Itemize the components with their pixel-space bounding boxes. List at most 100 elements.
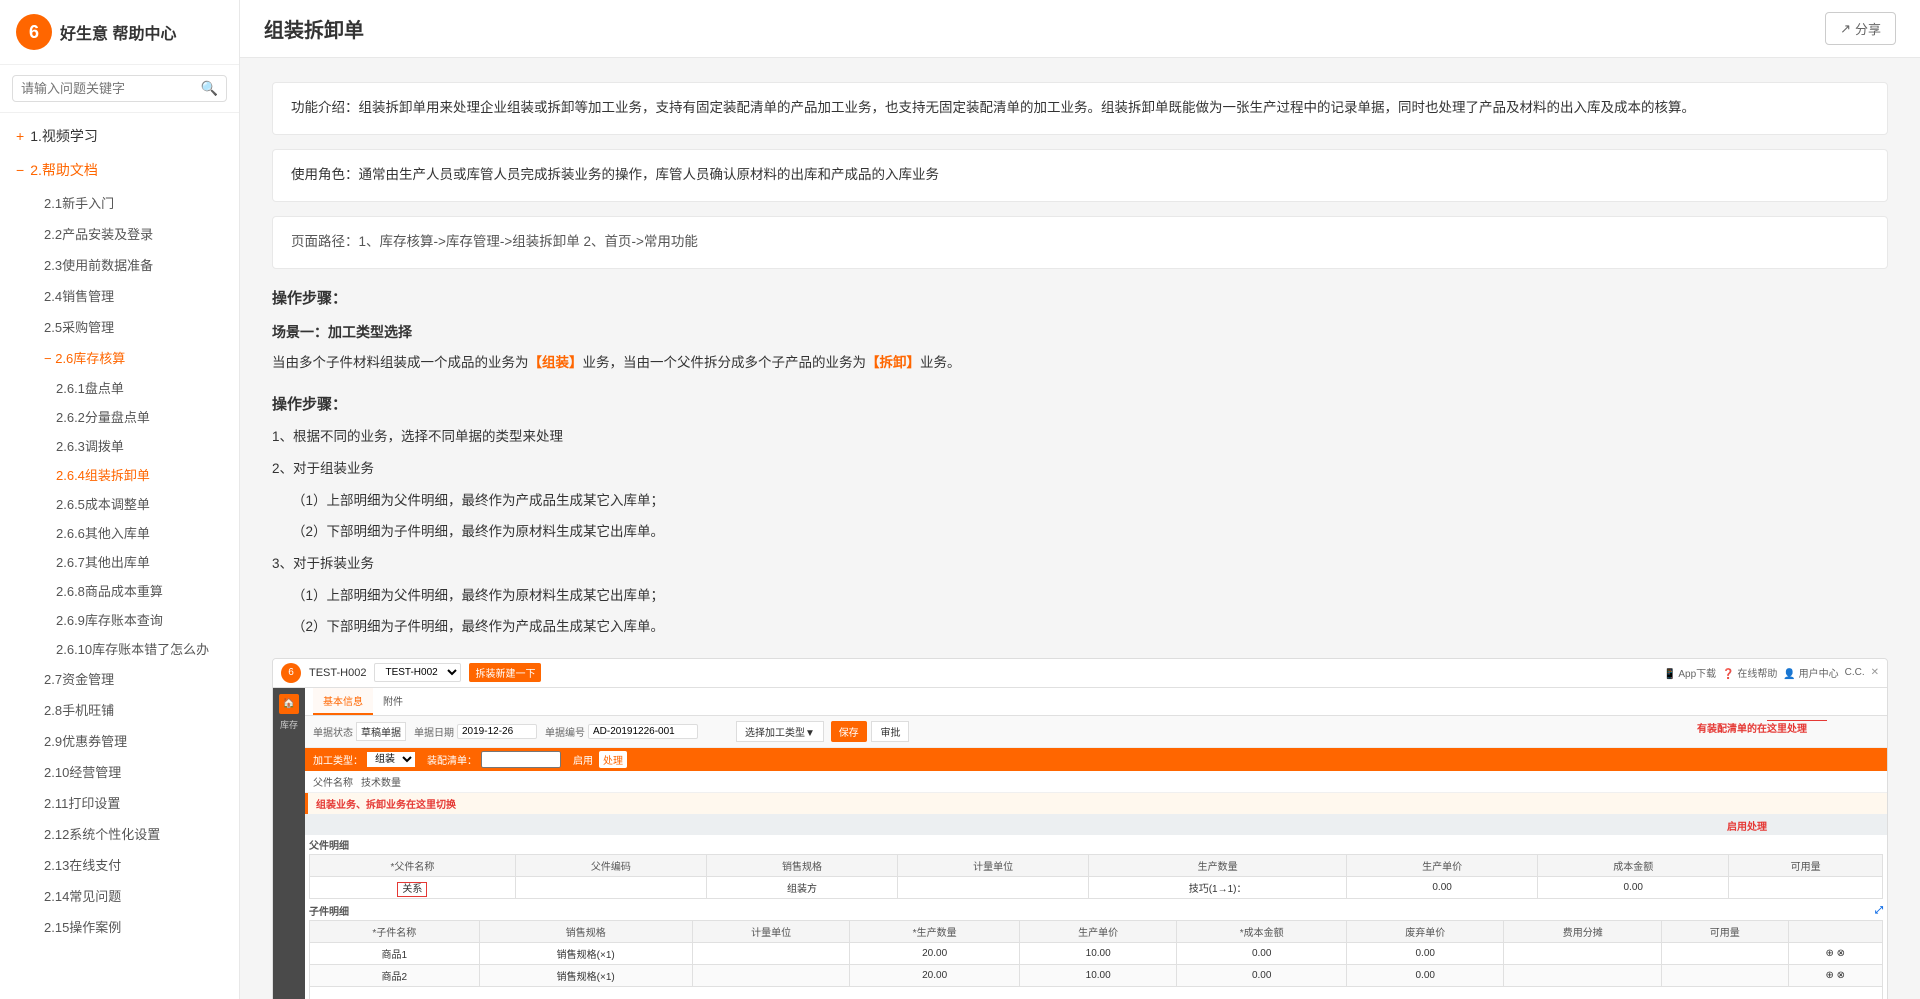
sidebar-item-215[interactable]: 2.15操作案例	[28, 911, 239, 942]
mini-app-icon: 📱 App下载	[1664, 665, 1716, 680]
collapse-icon: −	[16, 162, 24, 178]
mini-company-select[interactable]: TEST-H002	[374, 663, 461, 682]
mini-type-dropdown[interactable]: 组装 拆卸	[367, 752, 415, 767]
sidebar-item-269[interactable]: 2.6.9库存账本查询	[40, 605, 239, 634]
sidebar-item-213[interactable]: 2.13在线支付	[28, 849, 239, 880]
sidebar-item-210[interactable]: 2.10经营管理	[28, 756, 239, 787]
sidebar-item-24[interactable]: 2.4销售管理	[28, 280, 239, 311]
upper-th-8: 可用量	[1729, 854, 1883, 876]
mini-expand-icon[interactable]: ⤢	[1875, 905, 1883, 916]
mini-upper-table-title: 父件明细	[309, 835, 1883, 854]
mini-field-status: 单据状态 草稿单据	[313, 722, 406, 741]
sidebar-item-263[interactable]: 2.6.3调拨单	[40, 431, 239, 460]
intro-function-text: 功能介绍：组装拆卸单用来处理企业组装或拆卸等加工业务，支持有固定装配清单的产品加…	[291, 100, 1695, 115]
mini-close-icon[interactable]: ✕	[1871, 667, 1879, 678]
sidebar-item-video[interactable]: + 1.视频学习	[0, 119, 239, 153]
ann-enable-text: 启用处理	[305, 816, 1887, 835]
sidebar-item-211[interactable]: 2.11打印设置	[28, 787, 239, 818]
mini-enable-label: 启用	[573, 752, 593, 767]
mini-tab-attachment[interactable]: 附件	[373, 688, 413, 715]
mini-help-icon: ❓ 在线帮助	[1722, 665, 1777, 680]
search-input[interactable]	[21, 81, 201, 96]
lower-th-6: *成本金额	[1177, 920, 1347, 942]
lower-th-9: 可用量	[1661, 920, 1788, 942]
intro-function-block: 功能介绍：组装拆卸单用来处理企业组装或拆卸等加工业务，支持有固定装配清单的产品加…	[272, 82, 1888, 135]
step2-1: （1）上部明细为父件明细，最终作为产成品生成某它入库单；	[272, 488, 1888, 514]
mini-type-label: 加工类型：	[313, 752, 363, 767]
mini-field-date: 单据日期	[414, 724, 537, 739]
sidebar-item-267[interactable]: 2.6.7其他出库单	[40, 547, 239, 576]
mini-cc-icon: C.C.	[1845, 667, 1865, 678]
sidebar-item-2610[interactable]: 2.6.10库存账本错了怎么办	[40, 634, 239, 663]
content-area: 功能介绍：组装拆卸单用来处理企业组装或拆卸等加工业务，支持有固定装配清单的产品加…	[240, 58, 1920, 999]
lower-cell-1-price: 10.00	[1019, 942, 1177, 964]
lower-th-1: *子件名称	[310, 920, 480, 942]
sidebar-item-212[interactable]: 2.12系统个性化设置	[28, 818, 239, 849]
mini-type-region: 选择加工类型▼ 保存 审批	[736, 721, 909, 742]
lower-cell-2-qty: 20.00	[850, 964, 1020, 986]
sidebar-item-262[interactable]: 2.6.2分量盘点单	[40, 402, 239, 431]
lower-cell-1-scrap: 0.00	[1346, 942, 1504, 964]
lower-cell-2-spec: 销售规格(×1)	[479, 964, 692, 986]
upper-th-4: 计量单位	[898, 854, 1089, 876]
upper-cell-cost: 0.00	[1538, 876, 1729, 898]
lower-row-1: 商品1 销售规格(×1) 20.00 10.00 0.00 0.00	[310, 942, 1883, 964]
mini-save-btn[interactable]: 保存	[831, 721, 867, 742]
mini-assembly-input[interactable]	[481, 751, 561, 768]
lower-cell-2-scrap: 0.00	[1346, 964, 1504, 986]
share-button[interactable]: ↗ 分享	[1825, 12, 1896, 45]
sidebar-item-docs[interactable]: − 2.帮助文档	[0, 153, 239, 187]
sidebar-item-25[interactable]: 2.5采购管理	[28, 311, 239, 342]
mini-icon-bar: 📱 App下载 ❓ 在线帮助 👤 用户中心 C.C. ✕	[1664, 665, 1879, 680]
search-icon[interactable]: 🔍	[201, 80, 218, 97]
search-box: 🔍	[12, 75, 227, 102]
upper-cell-unit	[898, 876, 1089, 898]
sidebar-item-21[interactable]: 2.1新手入门	[28, 187, 239, 218]
mini-new-btn[interactable]: 拆装新建一下	[469, 663, 541, 682]
sidebar-item-264[interactable]: 2.6.4组装拆卸单	[40, 460, 239, 489]
upper-th-7: 成本金额	[1538, 854, 1729, 876]
upper-cell-price: 0.00	[1347, 876, 1538, 898]
mini-process-row: 父件名称 技术数量	[305, 771, 1887, 793]
sidebar-item-261[interactable]: 2.6.1盘点单	[40, 373, 239, 402]
mini-logo: 6	[281, 663, 301, 683]
ann-switch-text: 组装业务、拆卸业务在这里切换	[305, 793, 1887, 814]
sidebar-item-29[interactable]: 2.9优惠券管理	[28, 725, 239, 756]
mini-enable-region: 启用处理	[305, 816, 1887, 835]
mini-date-input[interactable]	[457, 724, 537, 739]
lower-cell-1-alloc	[1504, 942, 1662, 964]
lower-cell-2-alloc	[1504, 964, 1662, 986]
mini-upper-table: *父件名称 父件编码 销售规格 计量单位 生产数量 生产单价 成本金额 可用量	[309, 854, 1883, 899]
sidebar-item-28[interactable]: 2.8手机旺铺	[28, 694, 239, 725]
sidebar: 6 好生意 帮助中心 🔍 + 1.视频学习 − 2.帮助文档 2.1新手入门 2…	[0, 0, 240, 999]
mini-tab-basic[interactable]: 基本信息	[313, 688, 373, 715]
share-icon: ↗	[1840, 21, 1851, 37]
sidebar-item-23[interactable]: 2.3使用前数据准备	[28, 249, 239, 280]
sidebar-item-268[interactable]: 2.6.8商品成本重算	[40, 576, 239, 605]
sidebar-item-27[interactable]: 2.7资金管理	[28, 663, 239, 694]
mini-approve-btn[interactable]: 审批	[871, 721, 909, 742]
mini-step-label: 父件名称	[313, 774, 353, 789]
main-content: 组装拆卸单 ↗ 分享 功能介绍：组装拆卸单用来处理企业组装或拆卸等加工业务，支持…	[240, 0, 1920, 999]
sidebar-item-265[interactable]: 2.6.5成本调整单	[40, 489, 239, 518]
steps-title: 操作步骤：	[272, 287, 1888, 308]
sidebar-item-266[interactable]: 2.6.6其他入库单	[40, 518, 239, 547]
lower-row-2: 商品2 销售规格(×1) 20.00 10.00 0.00 0.00	[310, 964, 1883, 986]
sidebar-item-26[interactable]: − 2.6库存核算	[28, 342, 239, 373]
scene1-title: 场景一：加工类型选择	[272, 322, 1888, 342]
mini-nav-inventory[interactable]: 库存	[280, 718, 298, 731]
lower-th-7: 废弃单价	[1346, 920, 1504, 942]
lower-cell-2-cost: 0.00	[1177, 964, 1347, 986]
sidebar-item-22[interactable]: 2.2产品安装及登录	[28, 218, 239, 249]
lower-cell-2-ops: ⊕ ⊗	[1788, 964, 1882, 986]
scene1-desc: 当由多个子件材料组装成一个成品的业务为【组装】业务，当由一个父件拆分成多个子产品…	[272, 350, 1888, 376]
mini-no-input[interactable]	[588, 724, 698, 739]
page-title: 组装拆卸单	[264, 14, 364, 43]
26-children: 2.6.1盘点单 2.6.2分量盘点单 2.6.3调拨单 2.6.4组装拆卸单 …	[28, 373, 239, 663]
mini-enable-btn[interactable]: 处理	[599, 751, 627, 768]
mini-product-input[interactable]: 关系	[397, 882, 427, 897]
sidebar-item-214[interactable]: 2.14常见问题	[28, 880, 239, 911]
mini-type-select-btn[interactable]: 选择加工类型▼	[736, 721, 824, 742]
lower-cell-1-avail	[1661, 942, 1788, 964]
mini-app: 6 TEST-H002 TEST-H002 拆装新建一下 📱 App下载 ❓ 在…	[273, 659, 1887, 999]
